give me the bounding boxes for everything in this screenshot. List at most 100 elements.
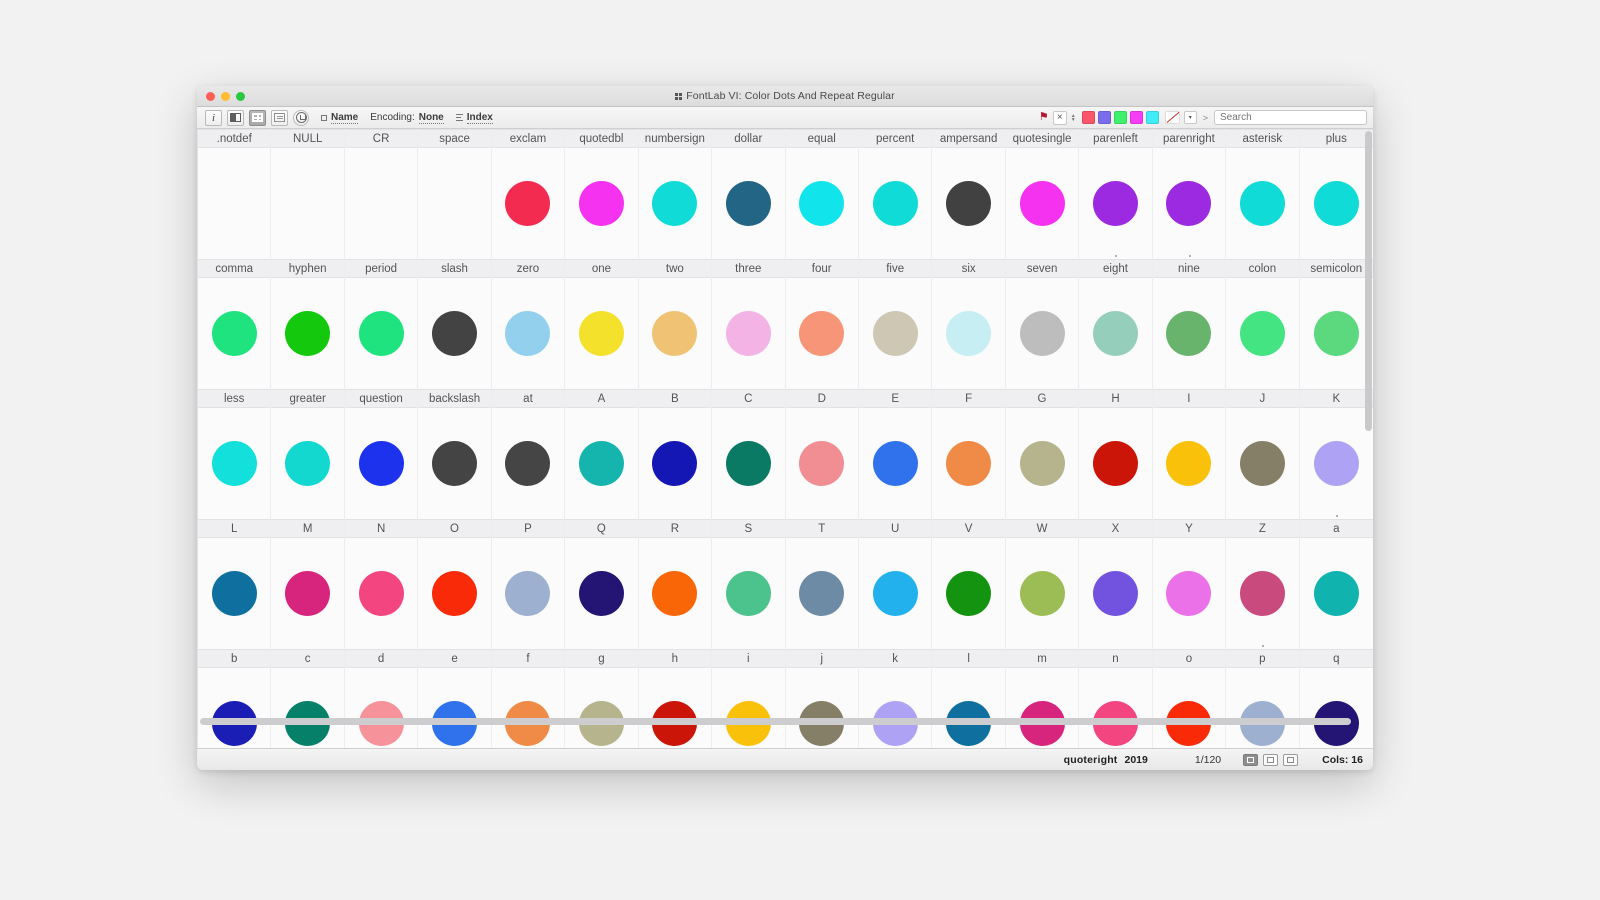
glyph-cell[interactable]: one <box>565 259 639 389</box>
swatch-0[interactable] <box>1081 111 1095 124</box>
swatch-3[interactable] <box>1129 111 1143 124</box>
glyph-cell[interactable]: space <box>418 129 492 259</box>
glyph-cell[interactable]: l <box>932 649 1006 748</box>
glyph-cell[interactable]: six <box>932 259 1006 389</box>
glyph-cell[interactable]: K <box>1299 389 1373 519</box>
glyph-cell[interactable]: h <box>638 649 713 748</box>
glyph-cell[interactable]: B <box>638 389 713 519</box>
glyph-cell[interactable]: dollar <box>712 129 786 259</box>
glyph-cell[interactable]: M <box>271 519 345 649</box>
view-mode-button-1[interactable] <box>1263 753 1279 766</box>
glyph-cell[interactable]: G <box>1005 389 1080 519</box>
filter-button[interactable] <box>293 109 309 126</box>
glyph-cell[interactable]: Y <box>1152 519 1227 649</box>
glyph-cell[interactable]: Z <box>1226 519 1300 649</box>
glyph-cell[interactable]: three <box>712 259 786 389</box>
search-input[interactable] <box>1214 110 1367 125</box>
glyph-cell[interactable]: E <box>858 389 933 519</box>
glyph-cell[interactable]: A <box>565 389 639 519</box>
glyph-cell[interactable]: k <box>858 649 933 748</box>
glyph-cell[interactable]: parenleft <box>1079 129 1153 259</box>
grid-view-button[interactable] <box>249 109 266 126</box>
glyph-cell[interactable]: F <box>932 389 1006 519</box>
glyph-cell[interactable]: S <box>712 519 786 649</box>
glyph-cell[interactable]: slash <box>418 259 492 389</box>
glyph-cell[interactable]: greater <box>271 389 345 519</box>
name-toggle[interactable]: Name <box>321 112 359 124</box>
glyph-cell[interactable]: exclam <box>491 129 566 259</box>
glyph-cell[interactable]: period <box>344 259 419 389</box>
glyph-grid-area[interactable]: .notdef NULL CR space exclam quotedbl numbersi… <box>197 129 1373 748</box>
glyph-cell[interactable]: percent <box>858 129 933 259</box>
vertical-scrollbar[interactable] <box>1365 131 1372 431</box>
glyph-cell[interactable]: p <box>1226 645 1300 748</box>
no-color-icon[interactable] <box>1164 111 1180 124</box>
glyph-cell[interactable]: colon <box>1226 259 1300 389</box>
glyph-cell[interactable]: .notdef <box>198 129 272 259</box>
glyph-cell[interactable]: g <box>565 649 639 748</box>
glyph-cell[interactable]: comma <box>198 259 272 389</box>
glyph-cell[interactable]: T <box>785 519 859 649</box>
glyph-cell[interactable]: less <box>198 389 272 519</box>
swatch-1[interactable] <box>1097 111 1111 124</box>
chevron-down-icon[interactable]: ▾ <box>1183 111 1197 124</box>
glyph-cell[interactable]: i <box>712 649 786 748</box>
horizontal-scrollbar-thumb[interactable] <box>200 718 1352 725</box>
glyph-cell[interactable]: j <box>785 649 859 748</box>
glyph-cell[interactable]: two <box>638 259 713 389</box>
glyph-cell[interactable]: five <box>858 259 933 389</box>
glyph-cell[interactable]: U <box>858 519 933 649</box>
glyph-cell[interactable]: eight <box>1079 255 1153 389</box>
glyph-cell[interactable]: c <box>271 649 345 748</box>
swatch-2[interactable] <box>1113 111 1127 124</box>
glyph-cell[interactable]: equal <box>785 129 859 259</box>
glyph-cell[interactable]: a <box>1299 515 1373 649</box>
glyph-cell[interactable]: quotedbl <box>565 129 639 259</box>
swatch-4[interactable] <box>1145 111 1159 124</box>
list-view-button[interactable] <box>271 109 288 126</box>
stepper-icon[interactable]: ▲ ▼ <box>1071 113 1076 122</box>
glyph-cell[interactable]: d <box>344 649 419 748</box>
glyph-cell[interactable]: R <box>638 519 713 649</box>
glyph-cell[interactable]: N <box>344 519 419 649</box>
glyph-cell[interactable]: at <box>491 389 566 519</box>
glyph-cell[interactable]: nine <box>1152 255 1227 389</box>
glyph-cell[interactable]: e <box>418 649 492 748</box>
glyph-cell[interactable]: m <box>1005 649 1080 748</box>
glyph-cell[interactable]: ampersand <box>932 129 1006 259</box>
glyph-cell[interactable]: NULL <box>271 129 345 259</box>
glyph-cell[interactable]: parenright <box>1152 129 1227 259</box>
glyph-cell[interactable]: q <box>1299 649 1373 748</box>
info-button[interactable]: i <box>205 109 222 126</box>
glyph-cell[interactable]: W <box>1005 519 1080 649</box>
glyph-cell[interactable]: f <box>491 649 566 748</box>
glyph-cell[interactable]: quotesingle <box>1005 129 1080 259</box>
glyph-cell[interactable]: plus <box>1299 129 1373 259</box>
glyph-cell[interactable]: semicolon <box>1299 259 1373 389</box>
glyph-cell[interactable]: four <box>785 259 859 389</box>
glyph-cell[interactable]: H <box>1079 389 1153 519</box>
glyph-cell[interactable]: I <box>1152 389 1227 519</box>
glyph-cell[interactable]: zero <box>491 259 566 389</box>
view-mode-button-2[interactable] <box>1283 753 1299 766</box>
glyph-cell[interactable]: CR <box>344 129 419 259</box>
glyph-cell[interactable]: hyphen <box>271 259 345 389</box>
glyph-cell[interactable]: O <box>418 519 492 649</box>
glyph-cell[interactable]: P <box>491 519 566 649</box>
encoding-selector[interactable]: Encoding: None <box>370 112 444 124</box>
glyph-cell[interactable]: b <box>198 649 272 748</box>
glyph-cell[interactable]: o <box>1152 649 1227 748</box>
glyph-cell[interactable]: Q <box>565 519 639 649</box>
glyph-cell[interactable]: D <box>785 389 859 519</box>
horizontal-scrollbar[interactable] <box>200 718 1363 725</box>
glyph-cell[interactable]: V <box>932 519 1006 649</box>
glyph-cell[interactable]: J <box>1226 389 1300 519</box>
glyph-cell[interactable]: numbersign <box>638 129 713 259</box>
flag-icon[interactable]: ⚑ <box>1039 112 1049 123</box>
glyph-cell[interactable]: C <box>712 389 786 519</box>
glyph-cell[interactable]: backslash <box>418 389 492 519</box>
glyph-cell[interactable]: question <box>344 389 419 519</box>
clear-mark-button[interactable]: × <box>1052 110 1067 125</box>
panel-view-button[interactable] <box>227 109 244 126</box>
index-toggle[interactable]: Index <box>455 112 493 124</box>
